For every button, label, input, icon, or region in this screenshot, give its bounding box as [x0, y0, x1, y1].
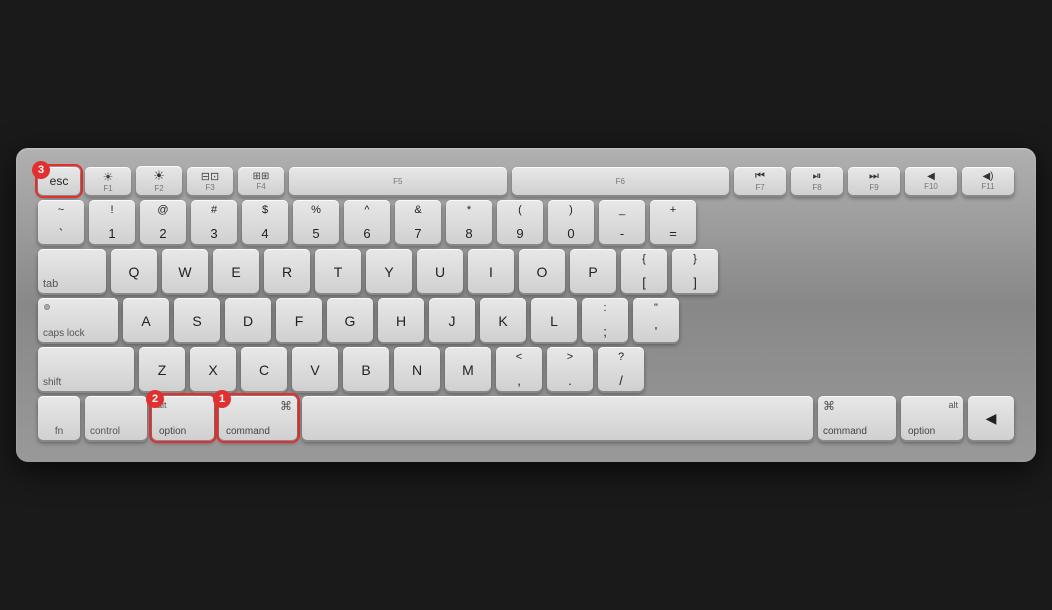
key-k[interactable]: K [480, 298, 526, 342]
badge-command: 1 [213, 390, 231, 408]
key-t[interactable]: T [315, 249, 361, 293]
key-option-left[interactable]: 2 alt option [152, 396, 214, 440]
key-e[interactable]: E [213, 249, 259, 293]
key-f1[interactable]: ☀ F1 [85, 167, 131, 195]
bottom-row: fn control 2 alt option 1 ⌘ command ⌘ co… [38, 396, 1014, 440]
key-f4[interactable]: ⊞⊞ F4 [238, 167, 284, 195]
key-j[interactable]: J [429, 298, 475, 342]
qwerty-row: tab Q W E R T Y U I O P { [ } ] [38, 249, 1014, 293]
key-v[interactable]: V [292, 347, 338, 391]
key-f2[interactable]: ☀ F2 [136, 166, 182, 195]
key-p[interactable]: P [570, 249, 616, 293]
key-9[interactable]: ( 9 [497, 200, 543, 244]
key-f7[interactable]: ⏮ F7 [734, 167, 786, 195]
esc-label: esc [50, 174, 69, 188]
key-7[interactable]: & 7 [395, 200, 441, 244]
key-f8[interactable]: ⏯ F8 [791, 167, 843, 195]
key-command-left[interactable]: 1 ⌘ command [219, 396, 297, 440]
key-equals[interactable]: + = [650, 200, 696, 244]
key-f5[interactable]: F5 [289, 167, 507, 195]
key-control[interactable]: control [85, 396, 147, 440]
key-y[interactable]: Y [366, 249, 412, 293]
key-d[interactable]: D [225, 298, 271, 342]
key-bracket-open[interactable]: { [ [621, 249, 667, 293]
key-minus[interactable]: _ - [599, 200, 645, 244]
asdf-row: caps lock A S D F G H J K L : ; " ' [38, 298, 1014, 342]
key-f11[interactable]: ◀) F11 [962, 167, 1014, 195]
key-3[interactable]: # 3 [191, 200, 237, 244]
key-w[interactable]: W [162, 249, 208, 293]
key-f9[interactable]: ⏭ F9 [848, 167, 900, 195]
badge-esc: 3 [32, 161, 50, 179]
key-s[interactable]: S [174, 298, 220, 342]
key-f3[interactable]: ⊟⊡ F3 [187, 167, 233, 195]
key-fn[interactable]: fn [38, 396, 80, 440]
key-h[interactable]: H [378, 298, 424, 342]
key-semicolon[interactable]: : ; [582, 298, 628, 342]
key-o[interactable]: O [519, 249, 565, 293]
fn-row: 3 esc ☀ F1 ☀ F2 ⊟⊡ F3 ⊞⊞ F4 F5 F6 ⏮ F7 [38, 166, 1014, 195]
key-q[interactable]: Q [111, 249, 157, 293]
key-period[interactable]: > . [547, 347, 593, 391]
key-b[interactable]: B [343, 347, 389, 391]
key-x[interactable]: X [190, 347, 236, 391]
key-f6[interactable]: F6 [512, 167, 730, 195]
key-u[interactable]: U [417, 249, 463, 293]
key-a[interactable]: A [123, 298, 169, 342]
key-shift[interactable]: shift [38, 347, 134, 391]
key-l[interactable]: L [531, 298, 577, 342]
key-command-right[interactable]: ⌘ command [818, 396, 896, 440]
zxcv-row: shift Z X C V B N M < , > . ? / [38, 347, 1014, 391]
key-option-right[interactable]: alt option [901, 396, 963, 440]
key-8[interactable]: * 8 [446, 200, 492, 244]
key-quote[interactable]: " ' [633, 298, 679, 342]
key-arrow-left[interactable]: ◀ [968, 396, 1014, 440]
caps-lock-dot [44, 304, 50, 310]
key-bracket-close[interactable]: } ] [672, 249, 718, 293]
key-r[interactable]: R [264, 249, 310, 293]
key-n[interactable]: N [394, 347, 440, 391]
key-0[interactable]: ) 0 [548, 200, 594, 244]
key-4[interactable]: $ 4 [242, 200, 288, 244]
key-spacebar[interactable] [302, 396, 813, 440]
key-f10[interactable]: ◀ F10 [905, 167, 957, 195]
key-c[interactable]: C [241, 347, 287, 391]
key-m[interactable]: M [445, 347, 491, 391]
key-z[interactable]: Z [139, 347, 185, 391]
key-2[interactable]: @ 2 [140, 200, 186, 244]
key-tab[interactable]: tab [38, 249, 106, 293]
badge-option: 2 [146, 390, 164, 408]
key-slash[interactable]: ? / [598, 347, 644, 391]
key-tilde[interactable]: ~ ` [38, 200, 84, 244]
key-caps-lock[interactable]: caps lock [38, 298, 118, 342]
keyboard: 3 esc ☀ F1 ☀ F2 ⊟⊡ F3 ⊞⊞ F4 F5 F6 ⏮ F7 [16, 148, 1036, 462]
key-f[interactable]: F [276, 298, 322, 342]
key-1[interactable]: ! 1 [89, 200, 135, 244]
key-5[interactable]: % 5 [293, 200, 339, 244]
key-comma[interactable]: < , [496, 347, 542, 391]
key-6[interactable]: ^ 6 [344, 200, 390, 244]
key-esc[interactable]: 3 esc [38, 167, 80, 195]
key-i[interactable]: I [468, 249, 514, 293]
key-g[interactable]: G [327, 298, 373, 342]
number-row: ~ ` ! 1 @ 2 # 3 $ 4 % 5 ^ 6 & 7 [38, 200, 1014, 244]
